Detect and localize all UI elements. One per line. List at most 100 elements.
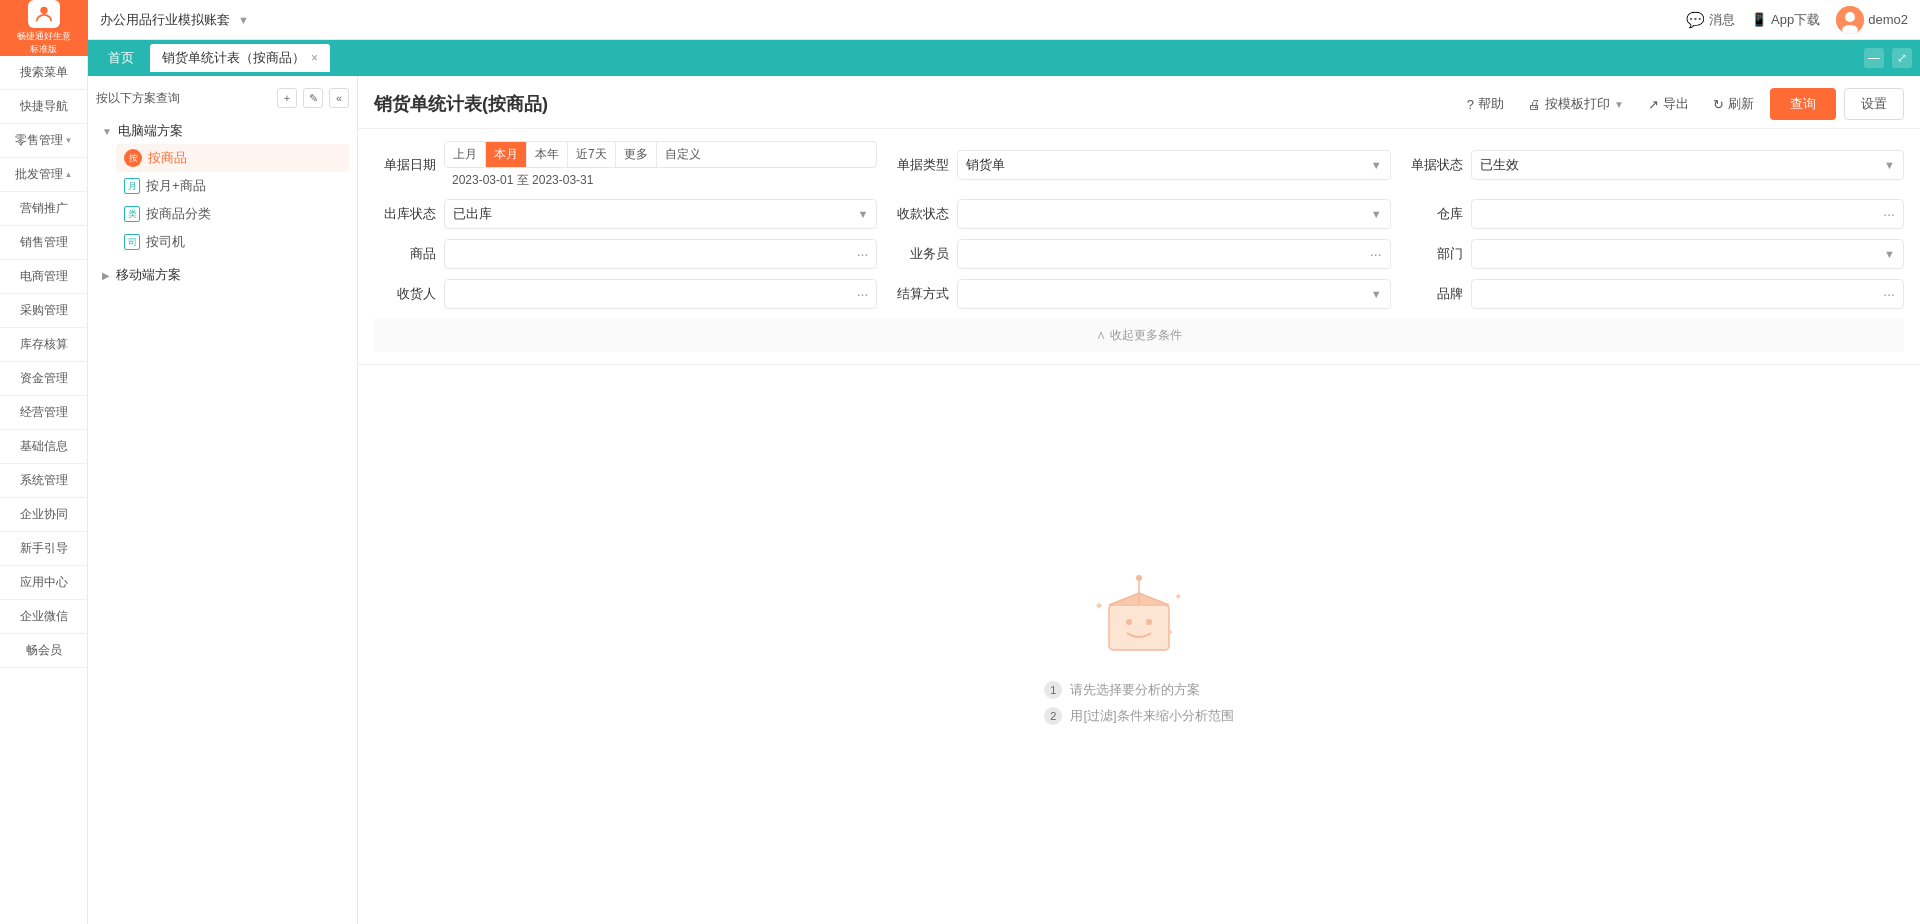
refresh-icon: ↻ (1713, 97, 1724, 112)
messages-btn[interactable]: 💬 消息 (1686, 11, 1735, 29)
date-custom[interactable]: 自定义 (657, 142, 709, 167)
tree-parent-desktop[interactable]: ▼ 电脑端方案 (96, 118, 349, 144)
warehouse-input[interactable]: ··· (1471, 199, 1904, 229)
tree-item-by-driver[interactable]: 司 按司机 (116, 228, 349, 256)
tree-section-mobile: ▶ 移动端方案 (96, 262, 349, 288)
sidebar-item-retail[interactable]: 零售管理▼ (0, 124, 88, 158)
filter-settlement: 结算方式 ▼ (887, 279, 1390, 309)
filter-row-4: 收货人 ··· 结算方式 ▼ 品牌 (374, 279, 1904, 309)
panel-title: 按以下方案查询 (96, 90, 180, 107)
print-btn[interactable]: 🖨 按模板打印 ▼ (1520, 91, 1632, 117)
tree-parent-mobile[interactable]: ▶ 移动端方案 (96, 262, 349, 288)
date-this-year[interactable]: 本年 (527, 142, 568, 167)
sidebar-item-enterprise[interactable]: 企业协同 (0, 498, 88, 532)
refresh-label: 刷新 (1728, 95, 1754, 113)
tab-sales-stats[interactable]: 销货单统计表（按商品） × (150, 44, 330, 72)
page-title: 销货单统计表(按商品) (374, 92, 548, 116)
sidebar-item-search[interactable]: 搜索菜单 (0, 56, 88, 90)
sidebar-item-marketing[interactable]: 营销推广 (0, 192, 88, 226)
sidebar-item-inventory[interactable]: 库存核算 (0, 328, 88, 362)
brand-input[interactable]: ··· (1471, 279, 1904, 309)
edit-scheme-btn[interactable]: ✎ (303, 88, 323, 108)
query-button[interactable]: 查询 (1770, 88, 1836, 120)
sidebar-item-member[interactable]: 畅会员 (0, 634, 88, 668)
panel-icons: + ✎ « (277, 88, 349, 108)
header-buttons: ? 帮助 🖨 按模板打印 ▼ ↗ 导出 ↻ 刷新 (1459, 88, 1904, 120)
sidebar-item-purchase[interactable]: 采购管理 (0, 294, 88, 328)
dept-input[interactable]: ▼ (1471, 239, 1904, 269)
date-last-month[interactable]: 上月 (445, 142, 486, 167)
sidebar-item-sales[interactable]: 销售管理 (0, 226, 88, 260)
collapse-bar[interactable]: ∧ 收起更多条件 (374, 319, 1904, 352)
industry-dropdown-icon[interactable]: ▼ (238, 14, 249, 26)
by-driver-icon: 司 (124, 234, 140, 250)
warehouse-dots: ··· (1883, 206, 1895, 222)
date-7days[interactable]: 近7天 (568, 142, 616, 167)
receiver-input[interactable]: ··· (444, 279, 877, 309)
sidebar-item-finance[interactable]: 资金管理 (0, 362, 88, 396)
settlement-input[interactable]: ▼ (957, 279, 1390, 309)
tab-home[interactable]: 首页 (96, 44, 146, 72)
by-category-icon: 类 (124, 206, 140, 222)
tip2-text: 用[过滤]条件来缩小分析范围 (1070, 707, 1233, 725)
receipt-status-input[interactable]: ▼ (957, 199, 1390, 229)
user-profile[interactable]: demo2 (1836, 6, 1908, 34)
export-btn[interactable]: ↗ 导出 (1640, 91, 1697, 117)
filter-row-3: 商品 ··· 业务员 ··· 部门 (374, 239, 1904, 269)
doc-type-input[interactable]: 销货单 ▼ (957, 150, 1390, 180)
clerk-input[interactable]: ··· (957, 239, 1390, 269)
sidebar-item-wholesale[interactable]: 批发管理▲ (0, 158, 88, 192)
help-btn[interactable]: ? 帮助 (1459, 91, 1512, 117)
out-status-input[interactable]: 已出库 ▼ (444, 199, 877, 229)
collapse-panel-btn[interactable]: « (329, 88, 349, 108)
date-more[interactable]: 更多 (616, 142, 657, 167)
sidebar-item-guide[interactable]: 新手引导 (0, 532, 88, 566)
industry-selector[interactable]: 办公用品行业模拟账套 (100, 11, 230, 29)
tree-item-by-month-goods[interactable]: 月 按月+商品 (116, 172, 349, 200)
doc-type-value: 销货单 (966, 156, 1005, 174)
svg-point-9 (1136, 575, 1142, 581)
settings-button[interactable]: 设置 (1844, 88, 1904, 120)
goods-input[interactable]: ··· (444, 239, 877, 269)
empty-tip-2: 2 用[过滤]条件来缩小分析范围 (1044, 707, 1233, 725)
by-driver-label: 按司机 (146, 233, 185, 251)
doc-status-input[interactable]: 已生效 ▼ (1471, 150, 1904, 180)
sidebar-item-wechat[interactable]: 企业微信 (0, 600, 88, 634)
warehouse-label: 仓库 (1401, 205, 1471, 223)
app-download-btn[interactable]: 📱 App下载 (1751, 11, 1820, 29)
settlement-dropdown: ▼ (1371, 288, 1382, 300)
brand-dots: ··· (1883, 286, 1895, 302)
help-label: 帮助 (1478, 95, 1504, 113)
top-bar: 办公用品行业模拟账套 ▼ 💬 消息 📱 App下载 de (88, 0, 1920, 40)
refresh-btn[interactable]: ↻ 刷新 (1705, 91, 1762, 117)
clerk-dots: ··· (1370, 246, 1382, 262)
sidebar-item-operations[interactable]: 经营管理 (0, 396, 88, 430)
date-this-month[interactable]: 本月 (486, 142, 527, 167)
tree-item-by-category[interactable]: 类 按商品分类 (116, 200, 349, 228)
tab-minimize-btn[interactable]: — (1864, 48, 1884, 68)
empty-state: ✦ ✦ ✦ 1 请先选择要分析的方案 2 用[过滤]条件来缩小分析范围 (358, 365, 1920, 924)
doc-status-dropdown: ▼ (1884, 159, 1895, 171)
svg-rect-4 (1109, 605, 1169, 650)
sidebar-item-basic[interactable]: 基础信息 (0, 430, 88, 464)
avatar (1836, 6, 1864, 34)
doc-type-dropdown: ▼ (1371, 159, 1382, 171)
sidebar-item-ecommerce[interactable]: 电商管理 (0, 260, 88, 294)
sidebar-item-quick[interactable]: 快捷导航 (0, 90, 88, 124)
svg-point-0 (40, 7, 47, 14)
filter-doc-type: 单据类型 销货单 ▼ (887, 141, 1390, 189)
brand-label: 品牌 (1401, 285, 1471, 303)
by-goods-icon: 按 (124, 149, 142, 167)
tab-maximize-btn[interactable]: ⤢ (1892, 48, 1912, 68)
username-label: demo2 (1868, 12, 1908, 27)
tab-close-btn[interactable]: × (311, 52, 318, 64)
tree-item-by-goods[interactable]: 按 按商品 (116, 144, 349, 172)
add-scheme-btn[interactable]: + (277, 88, 297, 108)
sidebar-item-system[interactable]: 系统管理 (0, 464, 88, 498)
filter-doc-status: 单据状态 已生效 ▼ (1401, 141, 1904, 189)
top-bar-right: 💬 消息 📱 App下载 demo2 (1686, 6, 1908, 34)
date-range-value: 2023-03-01 至 2023-03-31 (452, 172, 877, 189)
tip2-num: 2 (1044, 707, 1062, 725)
export-label: 导出 (1663, 95, 1689, 113)
sidebar-item-appstore[interactable]: 应用中心 (0, 566, 88, 600)
